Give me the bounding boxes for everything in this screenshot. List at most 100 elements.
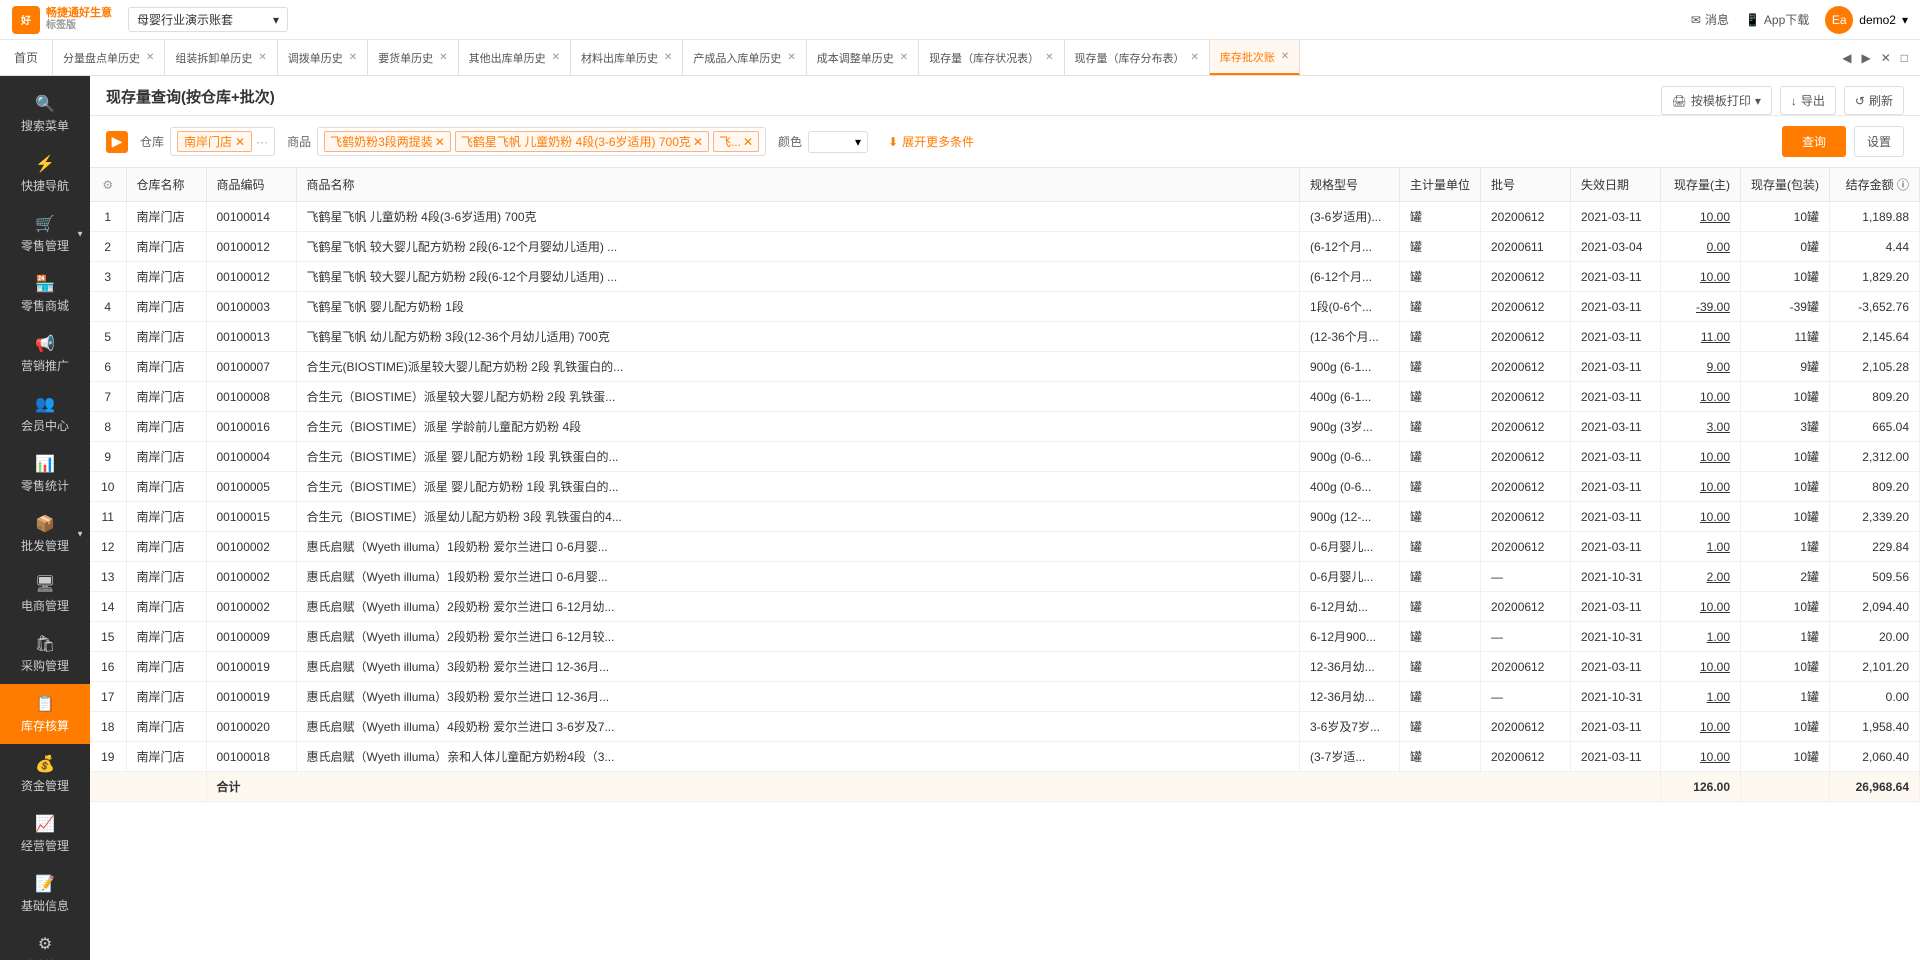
refresh-btn[interactable]: ↺ 刷新	[1844, 86, 1904, 115]
cell-balance: 4.44	[1830, 232, 1920, 262]
cell-name: 合生元(BIOSTIME)派星较大婴儿配方奶粉 2段 乳铁蛋白的...	[296, 352, 1299, 382]
setting-btn[interactable]: 设置	[1854, 126, 1904, 157]
tab-more-btn[interactable]: □	[1897, 49, 1912, 67]
cell-code: 00100019	[206, 682, 296, 712]
cell-qty-main[interactable]: 10.00	[1661, 712, 1741, 742]
sidebar-item-purchase[interactable]: 🛍 采购管理	[0, 624, 90, 684]
cell-warehouse: 南岸门店	[126, 382, 206, 412]
sidebar-item-wholesale[interactable]: 📦 批发管理 ▼	[0, 504, 90, 564]
expand-filter-btn[interactable]: ▶	[106, 131, 128, 153]
tab-close-other-out[interactable]: ✕	[552, 52, 560, 63]
sidebar-item-retail[interactable]: 🛒 零售管理 ▼	[0, 204, 90, 264]
cell-unit: 罐	[1399, 592, 1480, 622]
cell-qty-main[interactable]: 1.00	[1661, 622, 1741, 652]
cell-qty-main[interactable]: 10.00	[1661, 652, 1741, 682]
cell-qty-main[interactable]: 10.00	[1661, 262, 1741, 292]
cell-index: 17	[90, 682, 126, 712]
sidebar-item-finance[interactable]: 💰 资金管理	[0, 744, 90, 804]
tab-material-out[interactable]: 材料出库单历史 ✕	[571, 40, 683, 75]
tab-close-stock-status[interactable]: ✕	[1045, 52, 1053, 63]
th-settings[interactable]: ⚙	[90, 168, 126, 202]
tab-close-material-out[interactable]: ✕	[664, 52, 672, 63]
cell-qty-main[interactable]: 1.00	[1661, 532, 1741, 562]
tab-stock-dist[interactable]: 现存量（库存分布表） ✕	[1065, 40, 1210, 75]
cell-qty-main[interactable]: 2.00	[1661, 562, 1741, 592]
export-btn[interactable]: ↓ 导出	[1780, 86, 1836, 115]
cell-qty-main[interactable]: 10.00	[1661, 382, 1741, 412]
cell-balance: 229.84	[1830, 532, 1920, 562]
sidebar-item-retail-shop[interactable]: 🏪 零售商城	[0, 264, 90, 324]
tab-cost-adjust[interactable]: 成本调整单历史 ✕	[807, 40, 919, 75]
filter-color-group: 颜色 ▾	[778, 131, 868, 153]
cell-qty-main[interactable]: 1.00	[1661, 682, 1741, 712]
cell-qty-main[interactable]: 10.00	[1661, 742, 1741, 772]
tab-prev-btn[interactable]: ◀	[1838, 49, 1855, 67]
column-settings-icon[interactable]: ⚙	[102, 178, 113, 192]
cell-balance: 2,094.40	[1830, 592, 1920, 622]
cell-expire: 2021-10-31	[1571, 682, 1661, 712]
tab-close-transfer[interactable]: ✕	[349, 52, 357, 63]
tab-close-batch-voucher[interactable]: ✕	[1281, 51, 1289, 62]
product-tag-3-remove[interactable]: ✕	[743, 135, 753, 149]
cell-qty-main[interactable]: 10.00	[1661, 592, 1741, 622]
cell-qty-main[interactable]: 11.00	[1661, 322, 1741, 352]
tab-disassemble[interactable]: 组装拆卸单历史 ✕	[165, 40, 277, 75]
tab-batch-voucher[interactable]: 库存批次账 ✕	[1210, 40, 1300, 75]
cell-qty-main[interactable]: 10.00	[1661, 472, 1741, 502]
th-name: 商品名称	[296, 168, 1299, 202]
cell-qty-main[interactable]: 10.00	[1661, 502, 1741, 532]
tab-close-all-btn[interactable]: ✕	[1877, 49, 1895, 67]
tab-stock-status[interactable]: 现存量（库存状况表） ✕	[919, 40, 1064, 75]
tab-next-btn[interactable]: ▶	[1857, 49, 1874, 67]
warehouse-ellipsis[interactable]: ···	[256, 135, 268, 149]
page-header: 现存量查询(按仓库+批次) 🖨 按模板打印 ▾ ↓ 导出 ↺ 刷新	[90, 76, 1920, 116]
sidebar-item-member[interactable]: 👥 会员中心	[0, 384, 90, 444]
tab-split[interactable]: 分量盘点单历史 ✕	[53, 40, 165, 75]
sidebar-item-ecommerce[interactable]: 🖥 电商管理	[0, 564, 90, 624]
expand-conditions[interactable]: ⬇ 展开更多条件	[888, 133, 974, 150]
user-area[interactable]: Ea demo2 ▾	[1825, 6, 1908, 34]
product-tag-1-remove[interactable]: ✕	[435, 135, 445, 149]
tab-request[interactable]: 要货单历史 ✕	[368, 40, 458, 75]
sidebar-item-operations[interactable]: 📈 经营管理	[0, 804, 90, 864]
tab-close-request[interactable]: ✕	[439, 52, 447, 63]
tab-close-cost-adjust[interactable]: ✕	[900, 52, 908, 63]
tab-home[interactable]: 首页	[0, 40, 53, 75]
tab-other-out[interactable]: 其他出库单历史 ✕	[459, 40, 571, 75]
sidebar-item-marketing[interactable]: 📢 营销推广	[0, 324, 90, 384]
tab-transfer[interactable]: 调拨单历史 ✕	[278, 40, 368, 75]
message-btn[interactable]: ✉ 消息	[1691, 11, 1729, 28]
warehouse-filter[interactable]: 南岸门店 ✕ ···	[170, 127, 275, 156]
sidebar-item-system[interactable]: ⚙ 系统管理	[0, 924, 90, 960]
cell-qty-main[interactable]: -39.00	[1661, 292, 1741, 322]
app-download-btn[interactable]: 📱 App下载	[1745, 11, 1809, 28]
product-filter[interactable]: 飞鹤奶粉3段两提装 ✕ 飞鹤星飞帆 儿童奶粉 4段(3-6岁适用) 700克 ✕…	[317, 127, 766, 156]
cell-warehouse: 南岸门店	[126, 262, 206, 292]
account-dropdown[interactable]: 母婴行业演示账套 ▾	[128, 7, 288, 32]
top-right: ✉ 消息 📱 App下载 Ea demo2 ▾	[1691, 6, 1908, 34]
warehouse-tag-remove[interactable]: ✕	[235, 135, 245, 149]
cell-qty-main[interactable]: 10.00	[1661, 442, 1741, 472]
sidebar-item-inventory[interactable]: 📋 库存核算	[0, 684, 90, 744]
cell-unit: 罐	[1399, 352, 1480, 382]
product-tag-2-remove[interactable]: ✕	[693, 135, 703, 149]
tab-close-product-in[interactable]: ✕	[787, 52, 795, 63]
cell-qty-main[interactable]: 0.00	[1661, 232, 1741, 262]
cell-qty-main[interactable]: 10.00	[1661, 202, 1741, 232]
sidebar-item-basics[interactable]: 📝 基础信息	[0, 864, 90, 924]
color-filter[interactable]: ▾	[808, 131, 868, 153]
cell-code: 00100015	[206, 502, 296, 532]
tab-close-split[interactable]: ✕	[146, 52, 154, 63]
tab-close-disassemble[interactable]: ✕	[258, 52, 266, 63]
cell-batch: —	[1481, 562, 1571, 592]
filter-row: ▶ 仓库 南岸门店 ✕ ··· 商品 飞鹤奶粉3段两提	[106, 126, 1904, 157]
cell-qty-main[interactable]: 3.00	[1661, 412, 1741, 442]
sidebar-item-quick-nav[interactable]: ⚡ 快捷导航	[0, 144, 90, 204]
print-btn[interactable]: 🖨 按模板打印 ▾	[1661, 86, 1772, 115]
sidebar-item-search[interactable]: 🔍 搜索菜单	[0, 84, 90, 144]
sidebar-item-retail-stats[interactable]: 📊 零售统计	[0, 444, 90, 504]
tab-close-stock-dist[interactable]: ✕	[1191, 52, 1199, 63]
cell-qty-main[interactable]: 9.00	[1661, 352, 1741, 382]
tab-product-in[interactable]: 产成品入库单历史 ✕	[683, 40, 806, 75]
search-btn[interactable]: 查询	[1782, 126, 1846, 157]
